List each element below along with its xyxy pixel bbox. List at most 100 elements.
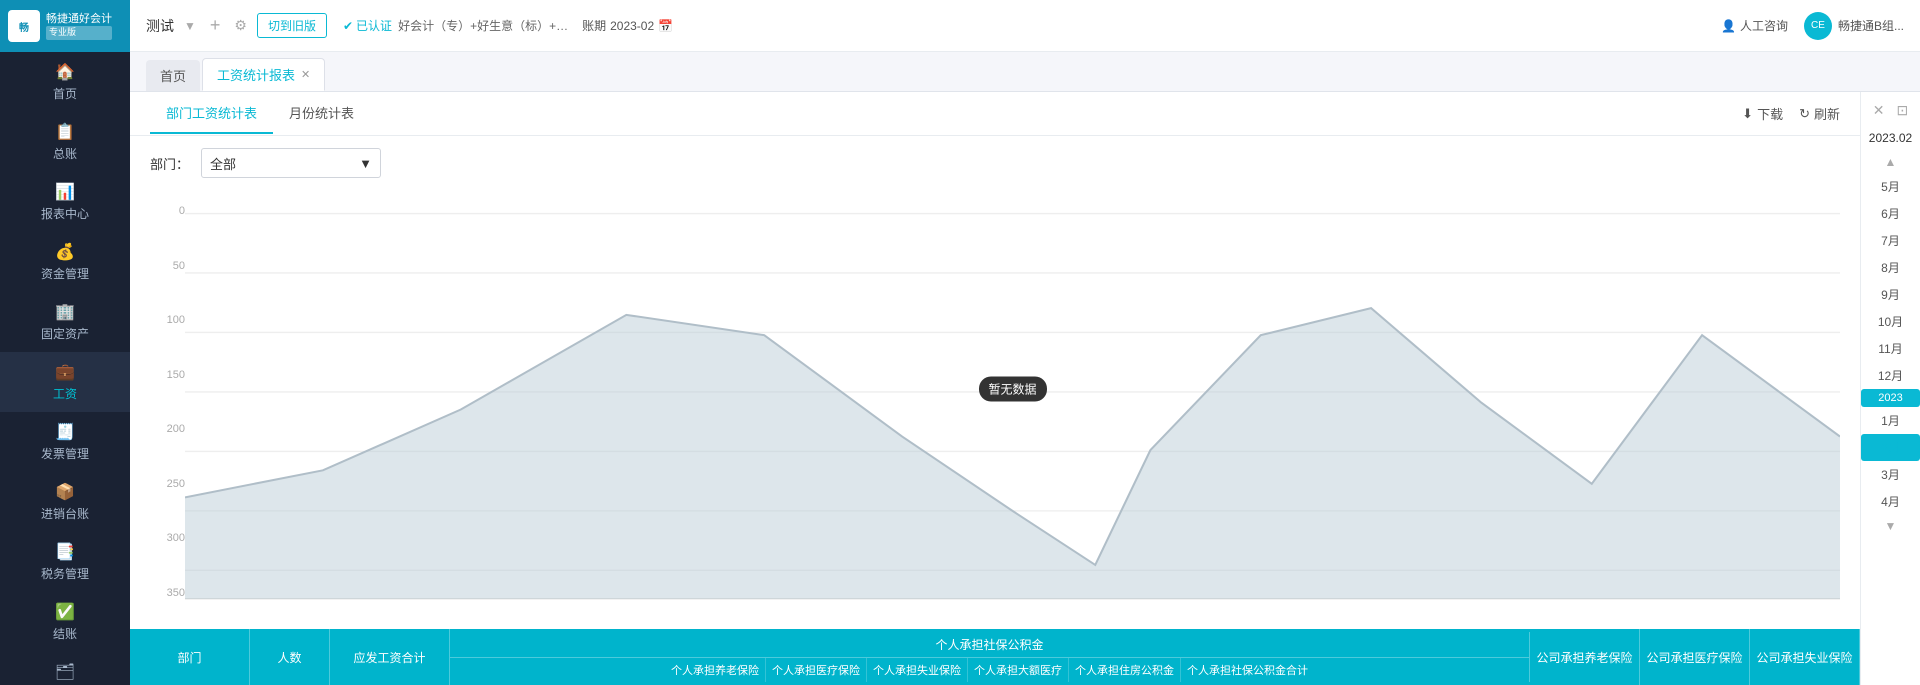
month-5[interactable]: 5月 — [1861, 173, 1920, 200]
th-personal-total: 个人承担社保公积金合计 — [1181, 658, 1314, 682]
th-count: 人数 — [250, 629, 330, 685]
invoice-icon: 🧾 — [55, 422, 75, 442]
month-10[interactable]: 10月 — [1861, 308, 1920, 335]
refresh-button[interactable]: ↻ 刷新 — [1799, 104, 1840, 123]
topbar-badges: ✔ 已认证 好会计（专）+好生意（标）+… — [343, 17, 568, 34]
sidebar: 畅 畅捷通好会计 专业版 🏠 首页 📋 总账 📊 报表中心 💰 资金管理 🏢 固… — [0, 0, 130, 685]
year-2023[interactable]: 2023 — [1861, 389, 1920, 407]
sidebar-item-settlement[interactable]: ✅ 结账 — [0, 592, 130, 652]
chart-body: 暂无数据 — [185, 200, 1840, 619]
certified-badge: ✔ 已认证 — [343, 17, 392, 34]
th-company-pension: 公司承担养老保险 — [1530, 629, 1640, 685]
main-area: 测试 ▼ + ⚙ 切到旧版 ✔ 已认证 好会计（专）+好生意（标）+… 账期 2… — [130, 0, 1920, 685]
purchase-icon: 📦 — [55, 482, 75, 502]
tax-icon: 📑 — [55, 542, 75, 562]
month-2[interactable]: 2月 — [1861, 434, 1920, 461]
sidebar-item-invoice[interactable]: 🧾 发票管理 — [0, 412, 130, 472]
month-7[interactable]: 7月 — [1861, 227, 1920, 254]
month-9[interactable]: 9月 — [1861, 281, 1920, 308]
project-name: 测试 — [146, 16, 174, 36]
settings-gear-icon[interactable]: ⚙ — [234, 17, 247, 34]
sidebar-item-fixed-assets[interactable]: 🏢 固定资产 — [0, 292, 130, 352]
sidebar-item-tax[interactable]: 📑 税务管理 — [0, 532, 130, 592]
help-icon: 👤 — [1721, 19, 1736, 33]
th-group-cols: 个人承担养老保险 个人承担医疗保险 个人承担失业保险 个人承担大额医疗 个人承担 — [665, 658, 1314, 682]
sidebar-item-home[interactable]: 🏠 首页 — [0, 52, 130, 112]
y-label-200: 200 — [150, 423, 185, 435]
sidebar-item-salary[interactable]: 💼 工资 — [0, 352, 130, 412]
sidebar-item-general-ledger[interactable]: 📋 总账 — [0, 112, 130, 172]
month-8[interactable]: 8月 — [1861, 254, 1920, 281]
period-info: 账期 2023-02 📅 — [582, 17, 673, 34]
avatar: CE — [1804, 12, 1832, 40]
th-group-personal: 个人承担社保公积金 个人承担养老保险 个人承担医疗保险 个人承担失业保险 个人承… — [450, 632, 1530, 682]
chart-svg — [185, 200, 1840, 619]
sidebar-item-archive[interactable]: 🗂 归档管理 — [0, 652, 130, 685]
month-3[interactable]: 3月 — [1861, 461, 1920, 488]
subtab-dept-salary[interactable]: 部门工资统计表 — [150, 93, 273, 134]
subtabs: 部门工资统计表 月份统计表 ⬇ 下载 ↻ 刷新 — [130, 92, 1860, 136]
month-6[interactable]: 6月 — [1861, 200, 1920, 227]
sidebar-nav: 🏠 首页 📋 总账 📊 报表中心 💰 资金管理 🏢 固定资产 💼 工资 🧾 发票… — [0, 52, 130, 685]
sidebar-logo: 畅 畅捷通好会计 专业版 — [0, 0, 130, 52]
dropdown-arrow-icon[interactable]: ▼ — [184, 19, 196, 33]
logo-text: 畅捷通好会计 专业版 — [46, 12, 112, 40]
y-label-0: 0 — [150, 205, 185, 217]
th-personal-housing-fund: 个人承担住房公积金 — [1069, 658, 1181, 682]
fund-icon: 💰 — [55, 242, 75, 262]
chart-wrapper: 350 300 250 200 150 100 50 0 — [150, 200, 1840, 619]
home-icon: 🏠 — [55, 62, 75, 82]
month-4[interactable]: 4月 — [1861, 488, 1920, 515]
tab-home[interactable]: 首页 — [146, 60, 200, 91]
month-nav-down-icon[interactable]: ▼ — [1881, 515, 1901, 537]
tabbar: 首页 工资统计报表 ✕ — [130, 52, 1920, 92]
th-company-medical: 公司承担医疗保险 — [1640, 629, 1750, 685]
chart-area: 350 300 250 200 150 100 50 0 — [130, 190, 1860, 629]
report-icon: 📊 — [55, 182, 75, 202]
dept-filter-label: 部门： — [150, 154, 189, 173]
th-dept: 部门 — [130, 629, 250, 685]
salary-icon: 💼 — [55, 362, 75, 382]
subtab-monthly-salary[interactable]: 月份统计表 — [273, 93, 370, 134]
calendar-icon[interactable]: 📅 — [658, 19, 673, 33]
sidebar-item-report-center[interactable]: 📊 报表中心 — [0, 172, 130, 232]
panel-expand-icon[interactable]: ⊡ — [1895, 100, 1911, 121]
add-project-button[interactable]: + — [206, 13, 225, 38]
y-label-100: 100 — [150, 314, 185, 326]
switch-old-btn[interactable]: 切到旧版 — [257, 13, 327, 38]
content-main: 部门工资统计表 月份统计表 ⬇ 下载 ↻ 刷新 — [130, 92, 1860, 685]
month-nav: ▲ 5月 6月 7月 8月 9月 10月 11月 12月 2023 1月 2月 … — [1861, 151, 1920, 537]
right-panel: ✕ ⊡ 2023.02 ▲ 5月 6月 7月 8月 9月 10月 11月 12月… — [1860, 92, 1920, 685]
refresh-icon: ↻ — [1799, 106, 1810, 122]
ledger-icon: 📋 — [55, 122, 75, 142]
user-menu[interactable]: CE 畅捷通B组... — [1804, 12, 1904, 40]
logo-icon: 畅 — [8, 10, 40, 42]
th-personal-unemployment: 个人承担失业保险 — [867, 658, 968, 682]
th-group-title: 个人承担社保公积金 — [450, 632, 1529, 658]
select-arrow-icon: ▼ — [359, 156, 372, 171]
y-label-250: 250 — [150, 478, 185, 490]
panel-close-icon[interactable]: ✕ — [1871, 100, 1887, 121]
content-area: 部门工资统计表 月份统计表 ⬇ 下载 ↻ 刷新 — [130, 92, 1920, 685]
y-label-50: 50 — [150, 260, 185, 272]
table-header: 部门 人数 应发工资合计 个人承担社保公积金 个人承担养老保险 个人承担医疗 — [130, 629, 1860, 685]
panel-close-row: ✕ ⊡ — [1863, 96, 1918, 125]
month-1[interactable]: 1月 — [1861, 407, 1920, 434]
product-badges: 好会计（专）+好生意（标）+… — [398, 17, 568, 34]
archive-icon: 🗂 — [55, 662, 75, 682]
month-nav-up-icon[interactable]: ▲ — [1881, 151, 1901, 173]
month-11[interactable]: 11月 — [1861, 335, 1920, 362]
th-personal-medical: 个人承担医疗保险 — [766, 658, 867, 682]
help-button[interactable]: 👤 人工咨询 — [1721, 17, 1788, 34]
download-button[interactable]: ⬇ 下载 — [1742, 104, 1783, 123]
topbar-right: 👤 人工咨询 CE 畅捷通B组... — [1721, 12, 1904, 40]
month-12[interactable]: 12月 — [1861, 362, 1920, 389]
sidebar-item-purchase-ledger[interactable]: 📦 进销台账 — [0, 472, 130, 532]
tab-salary-report[interactable]: 工资统计报表 ✕ — [202, 58, 325, 91]
dept-select[interactable]: 全部 ▼ — [201, 148, 381, 178]
tab-close-icon[interactable]: ✕ — [301, 68, 310, 81]
download-icon: ⬇ — [1742, 106, 1753, 122]
topbar: 测试 ▼ + ⚙ 切到旧版 ✔ 已认证 好会计（专）+好生意（标）+… 账期 2… — [130, 0, 1920, 52]
filter-row: 部门： 全部 ▼ — [130, 136, 1860, 190]
sidebar-item-fund-management[interactable]: 💰 资金管理 — [0, 232, 130, 292]
